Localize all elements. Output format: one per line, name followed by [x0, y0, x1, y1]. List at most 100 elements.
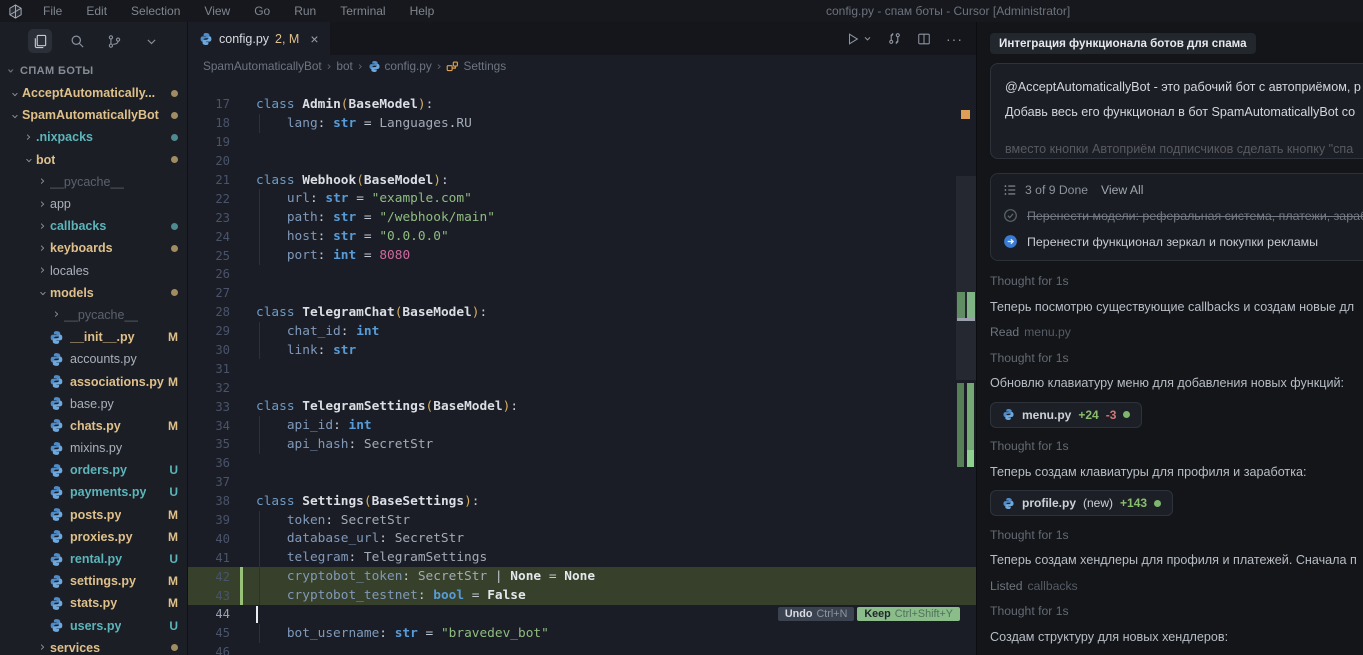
tree-item-mixins.py[interactable]: mixins.py — [0, 437, 187, 459]
code-line[interactable]: 45 bot_username: str = "bravedev_bot" — [188, 623, 976, 643]
run-icon[interactable] — [846, 32, 872, 46]
code-line[interactable]: 25 port: int = 8080 — [188, 246, 976, 265]
tree-item-settings.py[interactable]: settings.py M — [0, 570, 187, 592]
diff-added-mark — [967, 450, 974, 467]
breadcrumb-item-settings[interactable]: Settings — [446, 59, 506, 73]
code-line[interactable]: 17 class Admin(BaseModel): — [188, 95, 976, 114]
todo-view-all-link[interactable]: View All — [1101, 183, 1143, 197]
code-line[interactable]: 44 Undo Ctrl+N Keep Ctrl+Shift+Y — [188, 605, 976, 624]
undo-button[interactable]: Undo Ctrl+N — [777, 607, 855, 622]
code-line[interactable]: 36 — [188, 454, 976, 473]
git-status-badge: M — [168, 507, 178, 522]
code-line[interactable]: 42 cryptobot_token: SecretStr | None = N… — [188, 567, 976, 587]
file-change-chip[interactable]: menu.py +24 -3 — [990, 401, 1143, 428]
code-line[interactable]: 31 — [188, 359, 976, 378]
code-line[interactable]: 23 path: str = "/webhook/main" — [188, 208, 976, 228]
tree-item-bot[interactable]: › bot — [0, 149, 187, 171]
code-line[interactable]: 41 telegram: TelegramSettings — [188, 548, 976, 568]
line-number: 44 — [215, 607, 230, 622]
tree-item-services[interactable]: › services — [0, 637, 187, 655]
code-line[interactable]: 39 token: SecretStr — [188, 510, 976, 530]
chat-thread-title[interactable]: Интеграция функционала ботов для спама — [990, 33, 1256, 54]
tree-item-payments.py[interactable]: payments.py U — [0, 481, 187, 503]
code-area[interactable]: 17 class Admin(BaseModel): 18 lang: str = … — [188, 95, 976, 655]
tree-item-__init__.py[interactable]: __init__.py M — [0, 326, 187, 348]
file-change-chip[interactable]: profile.py (new) +143 — [990, 490, 1174, 516]
git-modified-dot — [171, 644, 178, 652]
editor-scrollbar-thumb[interactable] — [956, 176, 976, 380]
code-line[interactable]: 34 api_id: int — [188, 416, 976, 435]
user-message-card[interactable]: @AcceptAutomaticallyBot - это рабочий бо… — [990, 63, 1363, 159]
menu-file[interactable]: File — [43, 4, 62, 18]
menu-go[interactable]: Go — [254, 4, 270, 18]
code-line[interactable]: 28 class TelegramChat(BaseModel): — [188, 303, 976, 322]
menu-view[interactable]: View — [204, 4, 230, 18]
tree-item-__pycache__[interactable]: › __pycache__ — [0, 304, 187, 326]
code-line[interactable]: 43 cryptobot_testnet: bool = False — [188, 586, 976, 606]
git-status-badge: U — [169, 463, 178, 478]
code-line[interactable]: 35 api_hash: SecretStr — [188, 435, 976, 454]
close-icon[interactable]: × — [310, 31, 318, 47]
tree-item-users.py[interactable]: users.py U — [0, 615, 187, 637]
tree-item-app[interactable]: › app — [0, 193, 187, 215]
tree-item-keyboards[interactable]: › keyboards — [0, 237, 187, 259]
open-changes-icon[interactable] — [887, 31, 902, 46]
tree-item-models[interactable]: › models — [0, 282, 187, 304]
tree-item-SpamAutomaticallyBot[interactable]: › SpamAutomaticallyBot — [0, 104, 187, 126]
menu-edit[interactable]: Edit — [86, 4, 107, 18]
code-line[interactable]: 29 chat_id: int — [188, 321, 976, 341]
tree-item-base.py[interactable]: base.py — [0, 393, 187, 415]
code-line[interactable]: 37 — [188, 473, 976, 492]
code-line[interactable]: 24 host: str = "0.0.0.0" — [188, 227, 976, 247]
tree-item-label: mixins.py — [70, 441, 123, 456]
more-actions-icon[interactable]: ··· — [946, 31, 963, 47]
search-icon[interactable] — [65, 29, 89, 53]
keep-label: Keep — [864, 608, 891, 621]
tree-item-stats.py[interactable]: stats.py M — [0, 592, 187, 614]
menu-run[interactable]: Run — [294, 4, 316, 18]
source-control-icon[interactable] — [102, 29, 126, 53]
code-line[interactable]: 46 — [188, 643, 976, 655]
chevron-down-icon[interactable] — [139, 29, 163, 53]
tree-item-chats.py[interactable]: chats.py M — [0, 415, 187, 437]
tree-item-AcceptAutomatically...[interactable]: › AcceptAutomatically... — [0, 82, 187, 104]
tree-item-posts.py[interactable]: posts.py M — [0, 504, 187, 526]
split-editor-icon[interactable] — [917, 32, 931, 46]
tree-item-orders.py[interactable]: orders.py U — [0, 459, 187, 481]
tree-item-proxies.py[interactable]: proxies.py M — [0, 526, 187, 548]
code-line[interactable]: 21 class Webhook(BaseModel): — [188, 171, 976, 190]
code-line[interactable]: 26 — [188, 265, 976, 284]
tree-item-callbacks[interactable]: › callbacks — [0, 215, 187, 237]
breadcrumb-item-config.py[interactable]: config.py — [368, 59, 432, 73]
code-line[interactable]: 20 — [188, 152, 976, 171]
code-line[interactable]: 38 class Settings(BaseSettings): — [188, 492, 976, 511]
line-number: 42 — [215, 569, 230, 584]
menu-help[interactable]: Help — [410, 4, 435, 18]
explorer-section-header[interactable]: › СПАМ БОТЫ — [0, 58, 187, 80]
breadcrumb-item-spamautomaticallybot[interactable]: SpamAutomaticallyBot — [203, 59, 322, 73]
tree-item-.nixpacks[interactable]: › .nixpacks — [0, 126, 187, 148]
tree-item-label: users.py — [70, 618, 122, 633]
tree-item-rental.py[interactable]: rental.py U — [0, 548, 187, 570]
code-line[interactable]: 18 lang: str = Languages.RU — [188, 113, 976, 133]
menu-selection[interactable]: Selection — [131, 4, 180, 18]
keep-button[interactable]: Keep Ctrl+Shift+Y — [857, 607, 960, 622]
tree-item-locales[interactable]: › locales — [0, 260, 187, 282]
code-line[interactable]: 19 — [188, 133, 976, 152]
code-line[interactable]: 40 database_url: SecretStr — [188, 529, 976, 549]
menu-terminal[interactable]: Terminal — [340, 4, 385, 18]
files-icon[interactable] — [28, 29, 52, 53]
breadcrumb-item-bot[interactable]: bot — [336, 59, 352, 73]
tree-item-accounts.py[interactable]: accounts.py — [0, 348, 187, 370]
tab-config-py[interactable]: config.py 2, M × — [188, 22, 330, 55]
code-line[interactable]: 27 — [188, 284, 976, 303]
line-number: 23 — [215, 210, 230, 225]
tool-action-verb: Read — [990, 325, 1020, 339]
tool-action-verb: Listed — [990, 578, 1023, 593]
code-line[interactable]: 22 url: str = "example.com" — [188, 189, 976, 209]
code-line[interactable]: 33 class TelegramSettings(BaseModel): — [188, 397, 976, 416]
code-line[interactable]: 32 — [188, 378, 976, 397]
tree-item-__pycache__[interactable]: › __pycache__ — [0, 171, 187, 193]
tree-item-associations.py[interactable]: associations.py M — [0, 370, 187, 392]
code-line[interactable]: 30 link: str — [188, 340, 976, 360]
